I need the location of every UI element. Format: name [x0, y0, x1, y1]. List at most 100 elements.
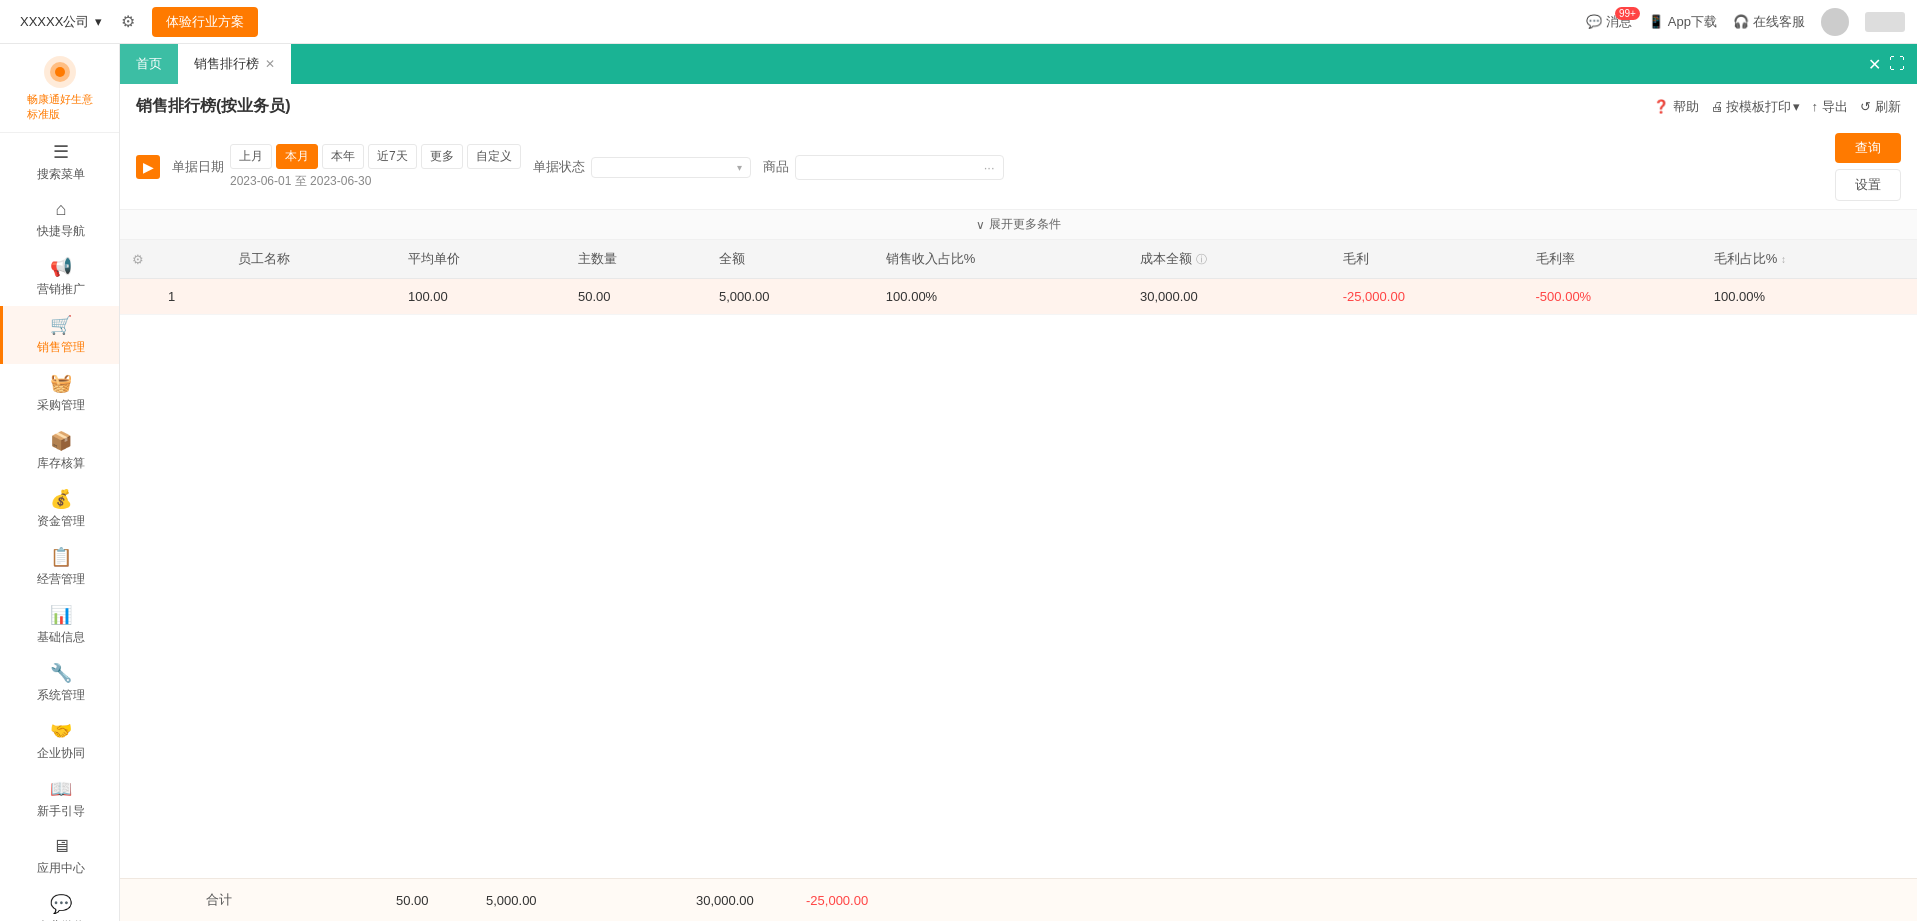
- sidebar-item-capital[interactable]: 💰 资金管理: [0, 480, 119, 538]
- sidebar-item-system[interactable]: 🔧 系统管理: [0, 654, 119, 712]
- goods-input[interactable]: [804, 160, 984, 175]
- date-filter-label: 单据日期: [172, 158, 224, 176]
- sidebar-label-search: 搜索菜单: [37, 166, 85, 183]
- col-amount: 全额: [707, 240, 874, 279]
- sidebar-label-appstore: 应用中心: [37, 860, 85, 877]
- sidebar: 畅康通好生意标准版 ☰ 搜索菜单 ⌂ 快捷导航 📢 营销推广 🛒 销售管理 🧺 …: [0, 44, 120, 921]
- sidebar-item-quick-nav[interactable]: ⌂ 快捷导航: [0, 191, 119, 248]
- col-gross-pct: 毛利占比% ↕: [1702, 240, 1917, 279]
- col-gross: 毛利: [1331, 240, 1524, 279]
- tab-sales-rank[interactable]: 销售排行榜 ✕: [178, 44, 291, 84]
- date-btn-prev-month[interactable]: 上月: [230, 144, 272, 169]
- date-btn-this-month[interactable]: 本月: [276, 144, 318, 169]
- basic-icon: 📊: [50, 604, 72, 626]
- sidebar-items: ☰ 搜索菜单 ⌂ 快捷导航 📢 营销推广 🛒 销售管理 🧺 采购管理 📦 库存核…: [0, 133, 119, 921]
- tab-home-label: 首页: [136, 55, 162, 73]
- row-gross: -25,000.00: [1331, 279, 1524, 315]
- row-amount: 5,000.00: [707, 279, 874, 315]
- search-icon: ☰: [53, 141, 69, 163]
- content-area: 首页 销售排行榜 ✕ ✕ ⛶ 销售排行榜(按业务员) ❓ 帮助: [120, 44, 1917, 921]
- sidebar-item-purchase[interactable]: 🧺 采购管理: [0, 364, 119, 422]
- table-footer: 合计 50.00 5,000.00 30,000.00 -25,000.00: [120, 878, 1917, 921]
- online-service-button[interactable]: 🎧 在线客服: [1733, 13, 1805, 31]
- sidebar-item-enterprise[interactable]: 🤝 企业协同: [0, 712, 119, 770]
- col-employee: 员工名称: [226, 240, 396, 279]
- row-gross-pct: 100.00%: [1702, 279, 1917, 315]
- cost-info-icon[interactable]: ⓘ: [1196, 253, 1207, 265]
- table-container: ⚙ 员工名称 平均单价 主数量 全额 销售收入占比% 成本全额 ⓘ 毛利 毛利率…: [120, 240, 1917, 878]
- sidebar-item-sales[interactable]: 🛒 销售管理: [0, 306, 119, 364]
- goods-more-icon[interactable]: ···: [984, 160, 995, 175]
- main-layout: 畅康通好生意标准版 ☰ 搜索菜单 ⌂ 快捷导航 📢 营销推广 🛒 销售管理 🧺 …: [0, 44, 1917, 921]
- sidebar-label-marketing: 营销推广: [37, 281, 85, 298]
- sidebar-item-marketing[interactable]: 📢 营销推广: [0, 248, 119, 306]
- logo-name: 畅康通好生意标准版: [27, 92, 93, 122]
- settings-button[interactable]: ⚙: [114, 8, 142, 36]
- col-qty: 主数量: [566, 240, 707, 279]
- query-button[interactable]: 查询: [1835, 133, 1901, 163]
- col-sales-pct: 销售收入占比%: [874, 240, 1128, 279]
- logo-icon: [42, 54, 78, 90]
- headset-icon: 🎧: [1733, 14, 1749, 29]
- date-btn-this-year[interactable]: 本年: [322, 144, 364, 169]
- message-icon: 💬: [1586, 14, 1602, 29]
- footer-total-label: 合计: [194, 887, 294, 913]
- tab-close-window-icon[interactable]: ✕: [1868, 55, 1881, 74]
- print-dropdown-icon: ▾: [1793, 99, 1800, 114]
- avatar[interactable]: [1821, 8, 1849, 36]
- chevron-down-icon: ▾: [95, 14, 102, 29]
- trial-button[interactable]: 体验行业方案: [152, 7, 258, 37]
- company-selector[interactable]: XXXXX公司 ▾: [12, 9, 110, 35]
- sidebar-logo: 畅康通好生意标准版: [0, 44, 119, 133]
- sidebar-item-guide[interactable]: 📖 新手引导: [0, 770, 119, 828]
- sidebar-label-system: 系统管理: [37, 687, 85, 704]
- sidebar-label-purchase: 采购管理: [37, 397, 85, 414]
- gear-icon: ⚙: [121, 12, 135, 31]
- row-settings: [120, 279, 156, 315]
- table-row: 1 100.00 50.00 5,000.00 100.00% 30,000.0…: [120, 279, 1917, 315]
- sidebar-item-wechat[interactable]: 💬 企业微信: [0, 885, 119, 921]
- filter-toggle-button[interactable]: ▶: [136, 155, 160, 179]
- app-download-button[interactable]: 📱 App下载: [1648, 13, 1717, 31]
- sidebar-item-basic[interactable]: 📊 基础信息: [0, 596, 119, 654]
- export-label: 导出: [1822, 98, 1848, 116]
- tab-sales-rank-label: 销售排行榜: [194, 55, 259, 73]
- refresh-button[interactable]: ↺ 刷新: [1860, 98, 1901, 116]
- top-bar: XXXXX公司 ▾ ⚙ 体验行业方案 💬 消息 99+ 📱 App下载 🎧 在线…: [0, 0, 1917, 44]
- col-settings[interactable]: ⚙: [120, 240, 156, 279]
- print-icon: 🖨: [1711, 99, 1724, 114]
- print-label: 按模板打印: [1726, 98, 1791, 116]
- sidebar-item-appstore[interactable]: 🖥 应用中心: [0, 828, 119, 885]
- date-btn-custom[interactable]: 自定义: [467, 144, 521, 169]
- sidebar-label-guide: 新手引导: [37, 803, 85, 820]
- sidebar-item-inventory[interactable]: 📦 库存核算: [0, 422, 119, 480]
- expand-more-button[interactable]: ∨ 展开更多条件: [976, 216, 1061, 233]
- gross-pct-sort-icon[interactable]: ↕: [1781, 254, 1786, 265]
- operation-icon: 📋: [50, 546, 72, 568]
- goods-filter-label: 商品: [763, 158, 789, 176]
- online-service-label: 在线客服: [1753, 13, 1805, 31]
- tab-home[interactable]: 首页: [120, 44, 178, 84]
- chevron-down-expand-icon: ∨: [976, 218, 985, 232]
- sidebar-item-operation[interactable]: 📋 经营管理: [0, 538, 119, 596]
- tab-expand-icon[interactable]: ⛶: [1889, 55, 1905, 73]
- set-button[interactable]: 设置: [1835, 169, 1901, 201]
- sidebar-label-operation: 经营管理: [37, 571, 85, 588]
- help-button[interactable]: ❓ 帮助: [1653, 98, 1699, 116]
- message-button[interactable]: 💬 消息 99+: [1586, 13, 1632, 31]
- page-header: 销售排行榜(按业务员) ❓ 帮助 🖨 按模板打印 ▾ ↑ 导出: [120, 84, 1917, 125]
- tab-close-icon[interactable]: ✕: [265, 57, 275, 71]
- col-cost: 成本全额 ⓘ: [1128, 240, 1331, 279]
- date-btn-7days[interactable]: 近7天: [368, 144, 417, 169]
- expand-label: 展开更多条件: [989, 216, 1061, 233]
- col-rank: [156, 240, 226, 279]
- status-select[interactable]: ▾: [591, 157, 751, 178]
- sidebar-label-sales: 销售管理: [37, 339, 85, 356]
- row-avg-price: 100.00: [396, 279, 566, 315]
- message-badge: 99+: [1615, 7, 1640, 20]
- print-button[interactable]: 🖨 按模板打印 ▾: [1711, 98, 1800, 116]
- export-button[interactable]: ↑ 导出: [1812, 98, 1849, 116]
- sidebar-item-search[interactable]: ☰ 搜索菜单: [0, 133, 119, 191]
- tab-actions: ✕ ⛶: [1868, 55, 1917, 74]
- date-btn-more[interactable]: 更多: [421, 144, 463, 169]
